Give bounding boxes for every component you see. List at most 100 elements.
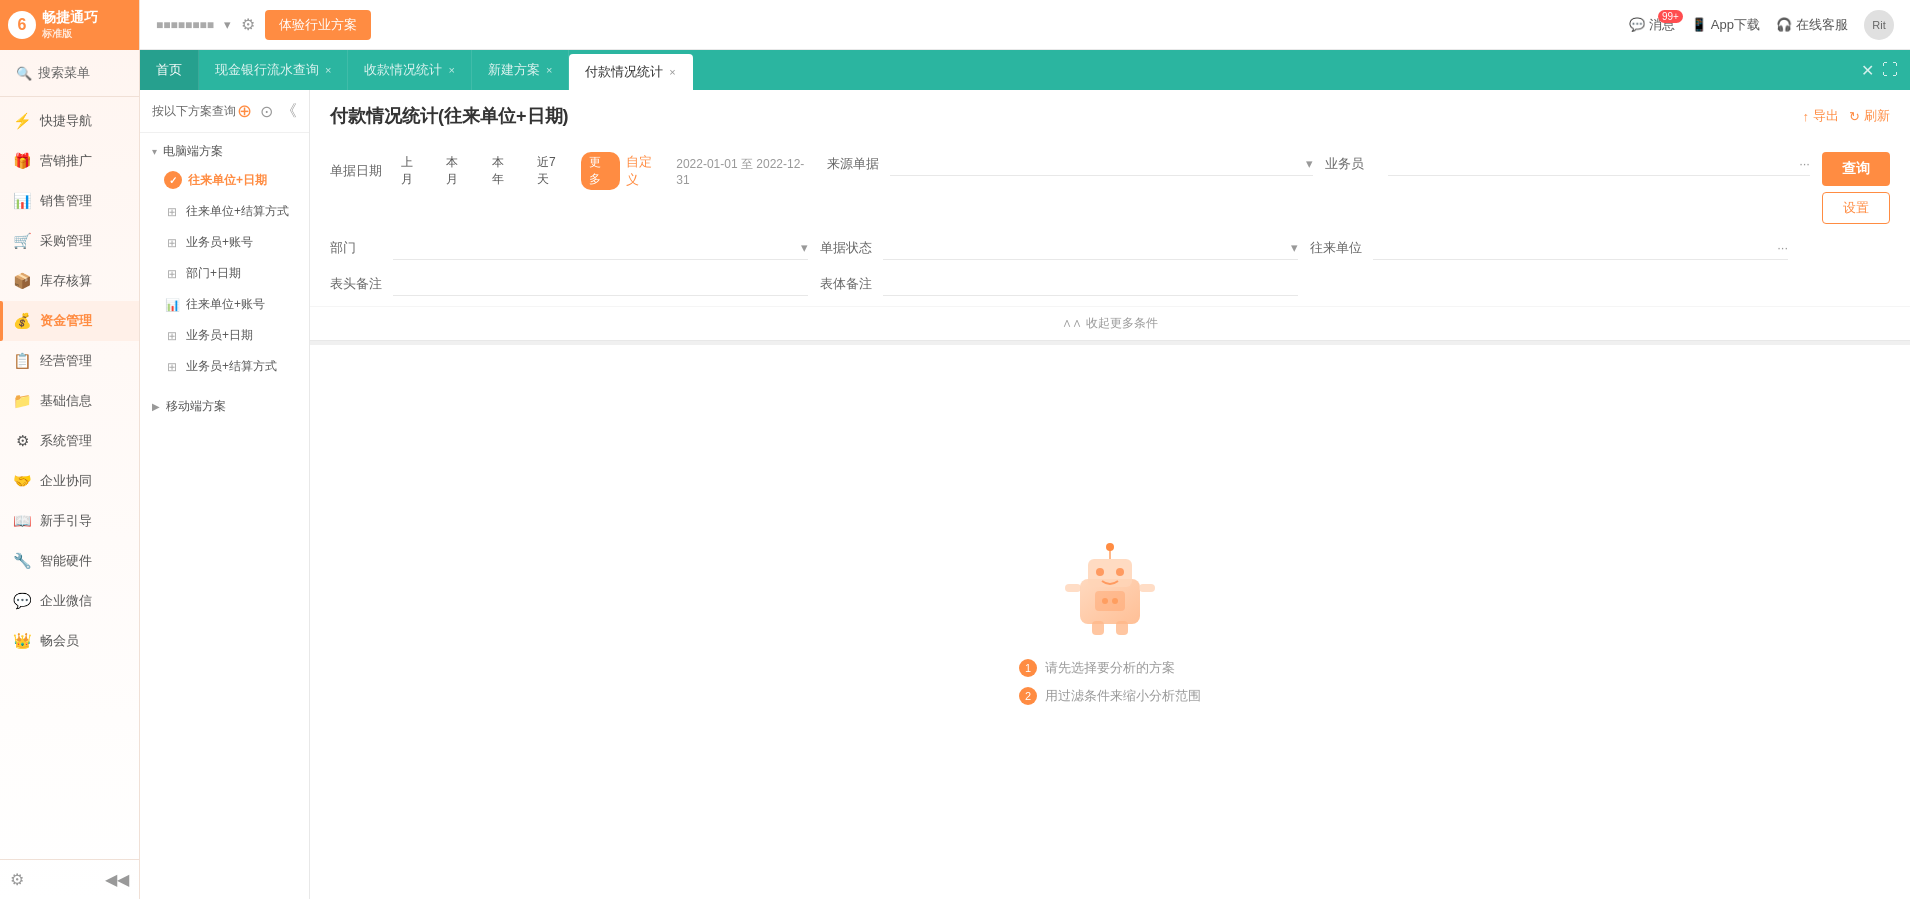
scheme-collapse-btn[interactable]: 《 — [281, 101, 297, 122]
tab-actions: ✕ ⛶ — [1861, 61, 1910, 80]
nav-item-member[interactable]: 👑 畅会员 — [0, 621, 139, 661]
date-opt-last-month[interactable]: 上月 — [393, 152, 432, 190]
query-btn[interactable]: 查询 — [1822, 152, 1890, 186]
search-menu-item[interactable]: 🔍 搜索菜单 — [8, 58, 131, 88]
user-info[interactable]: Rit — [1864, 10, 1894, 40]
nav-label: 畅会员 — [40, 632, 79, 650]
nav-item-guide[interactable]: 📖 新手引导 — [0, 501, 139, 541]
quick-nav-icon: ⚡ — [12, 111, 32, 131]
collapse-sidebar-icon[interactable]: ◀◀ — [105, 870, 129, 889]
refresh-label: 刷新 — [1864, 107, 1890, 125]
mobile-group-label: 移动端方案 — [166, 398, 226, 415]
tab-bank-flow[interactable]: 现金银行流水查询 × — [199, 50, 348, 90]
header-note-input[interactable] — [393, 272, 808, 296]
online-service-btn[interactable]: 🎧 在线客服 — [1776, 16, 1848, 34]
scheme-item-staff-settle[interactable]: ⊞ 业务员+结算方式 — [140, 351, 309, 382]
header-gear-icon[interactable]: ⚙ — [241, 15, 255, 34]
nav-item-finance[interactable]: 💰 资金管理 — [0, 301, 139, 341]
svg-point-11 — [1102, 598, 1108, 604]
scheme-item-label: 业务员+结算方式 — [186, 358, 277, 375]
tab-new-scheme[interactable]: 新建方案 × — [472, 50, 569, 90]
header-right: 💬 消息 99+ 📱 App下载 🎧 在线客服 Rit — [1629, 10, 1894, 40]
scheme-item-unit-settle[interactable]: ⊞ 往来单位+结算方式 — [140, 196, 309, 227]
maximize-icon[interactable]: ⛶ — [1882, 61, 1898, 79]
svg-rect-9 — [1116, 621, 1128, 635]
nav-label: 库存核算 — [40, 272, 92, 290]
nav-item-sales[interactable]: 📊 销售管理 — [0, 181, 139, 221]
scheme-panel-header: 按以下方案查询 ⊕ ⊙ 《 — [140, 90, 309, 133]
export-btn[interactable]: ↑ 导出 — [1803, 107, 1840, 125]
date-opt-7days[interactable]: 近7天 — [529, 152, 575, 190]
user-avatar[interactable]: Rit — [1864, 10, 1894, 40]
nav-label: 资金管理 — [40, 312, 92, 330]
top-header: ■■■■■■■■ ▾ ⚙ 体验行业方案 💬 消息 99+ 📱 App下载 🎧 在… — [140, 0, 1910, 50]
tab-receivable-label: 收款情况统计 — [364, 61, 442, 79]
dept-select[interactable]: ▾ — [393, 236, 808, 260]
tab-payable-close[interactable]: × — [669, 66, 675, 78]
scheme-item-staff-account[interactable]: ⊞ 业务员+账号 — [140, 227, 309, 258]
empty-illustration — [1050, 539, 1170, 639]
settings-btn[interactable]: 设置 — [1822, 192, 1890, 224]
tab-home[interactable]: 首页 — [140, 50, 199, 90]
scheme-item-label: 业务员+日期 — [186, 327, 253, 344]
staff-select[interactable]: ··· — [1388, 152, 1810, 176]
export-label: 导出 — [1813, 107, 1839, 125]
body-note-input[interactable] — [883, 272, 1298, 296]
tab-payable[interactable]: 付款情况统计 × — [569, 54, 692, 90]
status-select[interactable]: ▾ — [883, 236, 1298, 260]
source-select[interactable]: ▾ — [890, 152, 1312, 176]
breadcrumb-dropdown-icon[interactable]: ▾ — [224, 17, 231, 32]
mobile-scheme-group-title[interactable]: ▶ 移动端方案 — [140, 394, 309, 419]
nav-item-system[interactable]: ⚙ 系统管理 — [0, 421, 139, 461]
tab-receivable[interactable]: 收款情况统计 × — [348, 50, 471, 90]
scheme-item-staff-date[interactable]: ⊞ 业务员+日期 — [140, 320, 309, 351]
message-btn[interactable]: 💬 消息 99+ — [1629, 16, 1675, 34]
nav-item-quick[interactable]: ⚡ 快捷导航 — [0, 101, 139, 141]
settings-bottom-icon[interactable]: ⚙ — [10, 870, 24, 889]
scheme-item-unit-date[interactable]: ✓ 往来单位+日期 — [140, 164, 309, 196]
scheme-item-dept-date[interactable]: ⊞ 部门+日期 — [140, 258, 309, 289]
nav-item-business[interactable]: 📋 经营管理 — [0, 341, 139, 381]
nav-item-inventory[interactable]: 📦 库存核算 — [0, 261, 139, 301]
svg-rect-6 — [1065, 584, 1081, 592]
scheme-add-btn[interactable]: ⊕ — [237, 100, 252, 122]
date-filter-label: 单据日期 — [330, 162, 385, 180]
content-area: 按以下方案查询 ⊕ ⊙ 《 ▾ 电脑端方案 ✓ 往来单位+日期 — [140, 90, 1910, 899]
collapse-more-btn[interactable]: ∧∧ 收起更多条件 — [310, 306, 1910, 340]
page-actions: ↑ 导出 ↻ 刷新 — [1803, 107, 1891, 125]
nav-label: 销售管理 — [40, 192, 92, 210]
trial-btn[interactable]: 体验行业方案 — [265, 10, 371, 40]
nav-item-marketing[interactable]: 🎁 营销推广 — [0, 141, 139, 181]
table-icon: ⊞ — [164, 235, 180, 251]
nav-item-purchase[interactable]: 🛒 采购管理 — [0, 221, 139, 261]
tab-new-scheme-close[interactable]: × — [546, 64, 552, 76]
date-opt-more[interactable]: 更多 — [581, 152, 620, 190]
refresh-btn[interactable]: ↻ 刷新 — [1849, 107, 1890, 125]
nav-item-enterprise[interactable]: 🤝 企业协同 — [0, 461, 139, 501]
basic-icon: 📁 — [12, 391, 32, 411]
page-title-row: 付款情况统计(往来单位+日期) ↑ 导出 ↻ 刷新 — [310, 90, 1910, 136]
tab-receivable-close[interactable]: × — [448, 64, 454, 76]
filter-row-notes: 表头备注 表体备注 — [310, 266, 1910, 306]
search-menu-area: 🔍 搜索菜单 — [0, 50, 139, 97]
pc-scheme-group-title[interactable]: ▾ 电脑端方案 — [140, 139, 309, 164]
marketing-icon: 🎁 — [12, 151, 32, 171]
scheme-item-unit-account[interactable]: 📊 往来单位+账号 — [140, 289, 309, 320]
close-all-icon[interactable]: ✕ — [1861, 61, 1874, 80]
nav-item-basic[interactable]: 📁 基础信息 — [0, 381, 139, 421]
status-filter-group: 单据状态 ▾ — [820, 236, 1298, 260]
scheme-gear-btn[interactable]: ⊙ — [260, 102, 273, 121]
app-download-btn[interactable]: 📱 App下载 — [1691, 16, 1760, 34]
nav-item-hardware[interactable]: 🔧 智能硬件 — [0, 541, 139, 581]
date-opt-this-month[interactable]: 本月 — [438, 152, 477, 190]
chart-icon: 📊 — [164, 297, 180, 313]
date-opt-this-year[interactable]: 本年 — [484, 152, 523, 190]
date-filter-group: 单据日期 上月 本月 本年 近7天 更多 自定义 2022-01-01 至 20… — [330, 152, 815, 190]
table-icon: ⊞ — [164, 266, 180, 282]
staff-filter-group: 业务员 ··· — [1325, 152, 1810, 176]
nav-item-weixin[interactable]: 💬 企业微信 — [0, 581, 139, 621]
tab-bank-flow-close[interactable]: × — [325, 64, 331, 76]
unit-select[interactable]: ··· — [1373, 236, 1788, 260]
source-dropdown-icon: ▾ — [1306, 156, 1313, 171]
date-custom-label[interactable]: 自定义 — [626, 153, 664, 189]
